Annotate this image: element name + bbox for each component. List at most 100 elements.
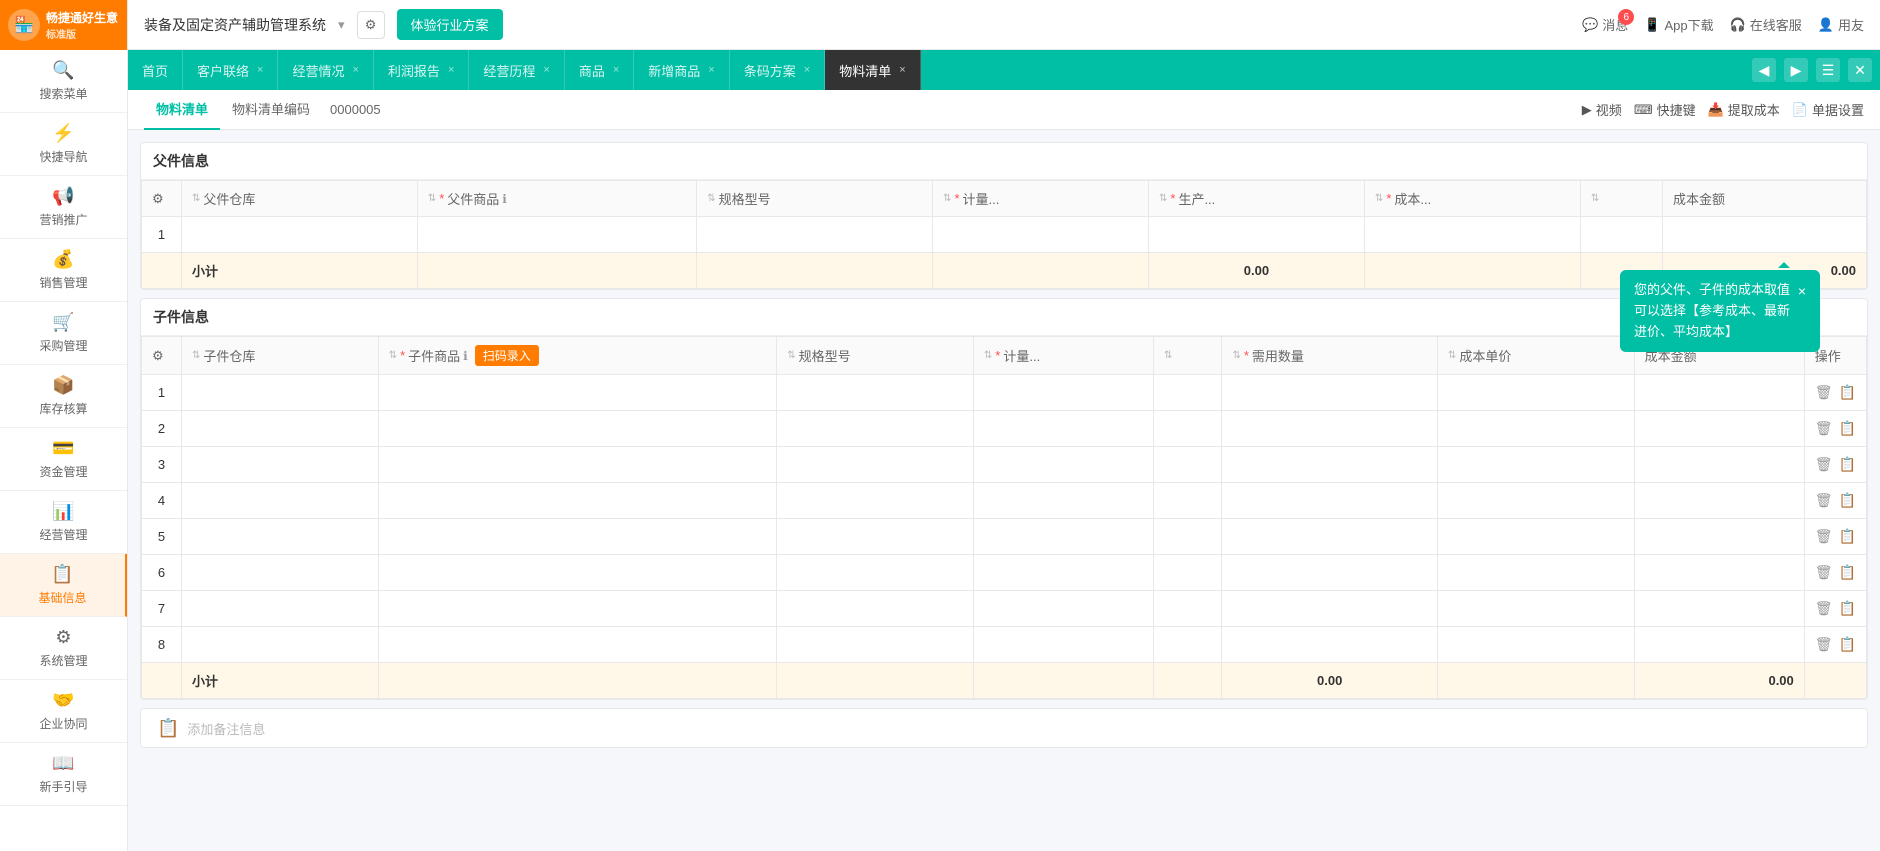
child-cell-unit-5[interactable] (973, 555, 1153, 591)
child-cell-warehouse-0[interactable] (182, 375, 379, 411)
view-btn[interactable]: ▶ 视频 (1582, 100, 1622, 119)
nav-menu-btn[interactable]: ☰ (1816, 58, 1840, 82)
parent-cell-cost[interactable] (1364, 217, 1580, 253)
sidebar-item-1[interactable]: ⚡快捷导航 (0, 113, 127, 176)
nav-tab-close-2[interactable]: × (352, 64, 358, 76)
sidebar-item-7[interactable]: 📊经营管理 (0, 491, 127, 554)
nav-tab-4[interactable]: 经营历程× (469, 50, 564, 90)
child-cell-unit-0[interactable] (973, 375, 1153, 411)
sub-tab-material-code[interactable]: 物料清单编码 (220, 90, 322, 130)
nav-prev-btn[interactable]: ◀ (1752, 58, 1776, 82)
child-cell-extra-1[interactable] (1154, 411, 1222, 447)
scan-btn[interactable]: 扫码录入 (475, 345, 539, 366)
child-cell-need-qty-2[interactable] (1222, 447, 1437, 483)
child-cell-unit-cost-2[interactable] (1437, 447, 1634, 483)
sidebar-item-3[interactable]: 💰销售管理 (0, 239, 127, 302)
child-cell-warehouse-3[interactable] (182, 483, 379, 519)
message-btn[interactable]: 💬 消息 6 (1582, 15, 1628, 34)
copy-icon-1[interactable]: 📋 (1839, 420, 1856, 437)
nav-tab-3[interactable]: 利润报告× (374, 50, 469, 90)
child-cell-extra-6[interactable] (1154, 591, 1222, 627)
child-cell-warehouse-1[interactable] (182, 411, 379, 447)
child-cell-warehouse-2[interactable] (182, 447, 379, 483)
child-cell-product-1[interactable] (378, 411, 777, 447)
settings-gear-icon[interactable]: ⚙ (152, 191, 164, 206)
delete-icon-2[interactable]: 🗑 (1815, 456, 1833, 473)
parent-cell-spec[interactable] (697, 217, 933, 253)
delete-icon-3[interactable]: 🗑 (1815, 492, 1833, 509)
child-cell-unit-7[interactable] (973, 627, 1153, 663)
child-cell-product-6[interactable] (378, 591, 777, 627)
parent-cell-product[interactable] (417, 217, 696, 253)
sidebar-item-5[interactable]: 📦库存核算 (0, 365, 127, 428)
child-cell-warehouse-4[interactable] (182, 519, 379, 555)
nav-tab-close-4[interactable]: × (543, 64, 549, 76)
parent-cell-unit[interactable] (933, 217, 1149, 253)
info-icon[interactable]: ℹ (502, 192, 507, 206)
copy-icon-6[interactable]: 📋 (1839, 600, 1856, 617)
parent-cell-extra[interactable] (1580, 217, 1662, 253)
child-cell-unit-3[interactable] (973, 483, 1153, 519)
child-cell-need-qty-6[interactable] (1222, 591, 1437, 627)
child-cell-product-4[interactable] (378, 519, 777, 555)
nav-tab-close-6[interactable]: × (708, 64, 714, 76)
sidebar-item-6[interactable]: 💳资金管理 (0, 428, 127, 491)
tooltip-close-btn[interactable]: × (1798, 280, 1806, 302)
child-cell-unit-4[interactable] (973, 519, 1153, 555)
child-cell-extra-3[interactable] (1154, 483, 1222, 519)
child-cell-extra-5[interactable] (1154, 555, 1222, 591)
nav-tab-1[interactable]: 客户联络× (183, 50, 278, 90)
child-cell-spec-3[interactable] (777, 483, 974, 519)
online-service-btn[interactable]: 🎧 在线客服 (1730, 15, 1802, 34)
child-cell-need-qty-1[interactable] (1222, 411, 1437, 447)
delete-icon-6[interactable]: 🗑 (1815, 600, 1833, 617)
child-cell-unit-6[interactable] (973, 591, 1153, 627)
child-cell-product-7[interactable] (378, 627, 777, 663)
child-cell-warehouse-5[interactable] (182, 555, 379, 591)
sidebar-item-4[interactable]: 🛒采购管理 (0, 302, 127, 365)
nav-next-btn[interactable]: ▶ (1784, 58, 1808, 82)
child-cell-product-3[interactable] (378, 483, 777, 519)
sidebar-item-0[interactable]: 🔍搜索菜单 (0, 50, 127, 113)
settings-btn[interactable]: ⚙ (357, 11, 385, 39)
child-cell-unit-cost-0[interactable] (1437, 375, 1634, 411)
child-cell-product-0[interactable] (378, 375, 777, 411)
child-cell-extra-7[interactable] (1154, 627, 1222, 663)
child-cell-unit-1[interactable] (973, 411, 1153, 447)
child-info-icon[interactable]: ℹ (463, 349, 468, 363)
nav-tab-close-1[interactable]: × (257, 64, 263, 76)
copy-icon-5[interactable]: 📋 (1839, 564, 1856, 581)
nav-tab-5[interactable]: 商品× (565, 50, 634, 90)
copy-icon-4[interactable]: 📋 (1839, 528, 1856, 545)
child-cell-spec-4[interactable] (777, 519, 974, 555)
child-cell-warehouse-6[interactable] (182, 591, 379, 627)
sidebar-item-9[interactable]: ⚙系统管理 (0, 617, 127, 680)
child-cell-need-qty-7[interactable] (1222, 627, 1437, 663)
child-cell-unit-cost-4[interactable] (1437, 519, 1634, 555)
child-cell-need-qty-3[interactable] (1222, 483, 1437, 519)
app-download-btn[interactable]: 📱 App下载 (1644, 15, 1713, 34)
copy-icon-3[interactable]: 📋 (1839, 492, 1856, 509)
nav-tab-close-5[interactable]: × (613, 64, 619, 76)
delete-icon-5[interactable]: 🗑 (1815, 564, 1833, 581)
trial-btn[interactable]: 体验行业方案 (397, 9, 503, 40)
nav-tab-close-8[interactable]: × (899, 64, 905, 76)
child-cell-product-2[interactable] (378, 447, 777, 483)
delete-icon-4[interactable]: 🗑 (1815, 528, 1833, 545)
nav-tab-0[interactable]: 首页 (128, 50, 183, 90)
child-cell-spec-6[interactable] (777, 591, 974, 627)
child-cell-spec-0[interactable] (777, 375, 974, 411)
shortcut-btn[interactable]: ⌨ 快捷键 (1634, 100, 1696, 119)
copy-icon-2[interactable]: 📋 (1839, 456, 1856, 473)
parent-cell-warehouse[interactable] (182, 217, 418, 253)
child-cell-spec-5[interactable] (777, 555, 974, 591)
sidebar-item-2[interactable]: 📢营销推广 (0, 176, 127, 239)
nav-tab-close-3[interactable]: × (448, 64, 454, 76)
child-cell-extra-4[interactable] (1154, 519, 1222, 555)
copy-icon-7[interactable]: 📋 (1839, 636, 1856, 653)
child-cell-product-5[interactable] (378, 555, 777, 591)
nav-tab-8[interactable]: 物料清单× (825, 50, 920, 90)
child-cell-unit-cost-7[interactable] (1437, 627, 1634, 663)
child-cell-warehouse-7[interactable] (182, 627, 379, 663)
sidebar-item-10[interactable]: 🤝企业协同 (0, 680, 127, 743)
